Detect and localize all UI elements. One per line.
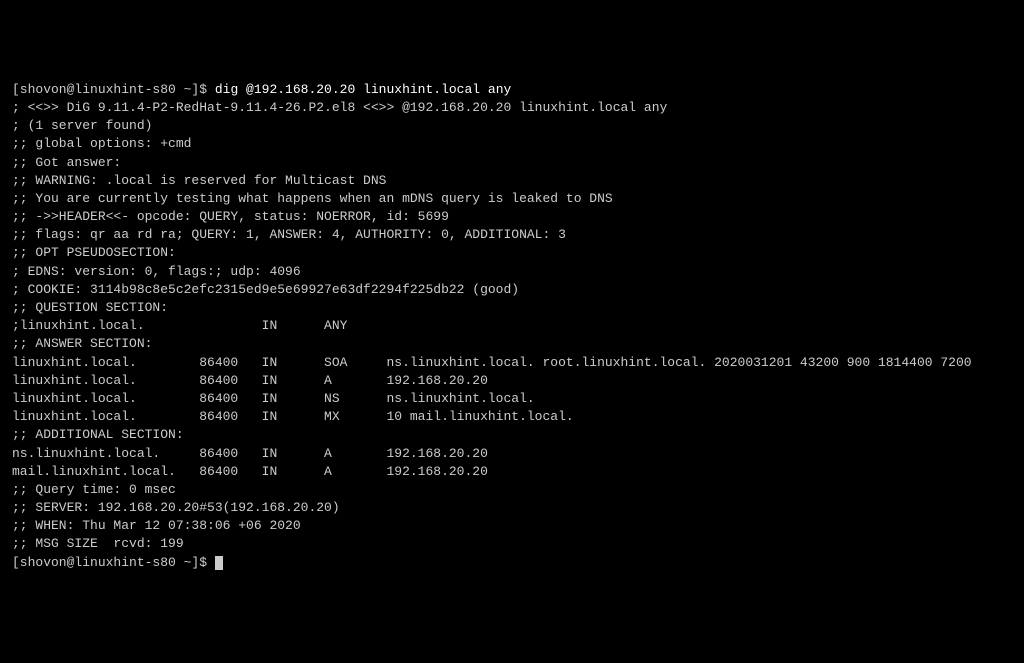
prompt-line-2[interactable]: [shovon@linuxhint-s80 ~]$ bbox=[12, 554, 1012, 572]
answer-ns-record: linuxhint.local. 86400 IN NS ns.linuxhin… bbox=[12, 390, 1012, 408]
dig-global-options: ;; global options: +cmd bbox=[12, 135, 1012, 153]
dig-server-found: ; (1 server found) bbox=[12, 117, 1012, 135]
msg-size: ;; MSG SIZE rcvd: 199 bbox=[12, 535, 1012, 553]
dig-got-answer: ;; Got answer: bbox=[12, 154, 1012, 172]
opt-pseudosection-title: ;; OPT PSEUDOSECTION: bbox=[12, 244, 1012, 262]
dig-header-opcode: ;; ->>HEADER<<- opcode: QUERY, status: N… bbox=[12, 208, 1012, 226]
additional-mail-a-record: mail.linuxhint.local. 86400 IN A 192.168… bbox=[12, 463, 1012, 481]
when-timestamp: ;; WHEN: Thu Mar 12 07:38:06 +06 2020 bbox=[12, 517, 1012, 535]
answer-a-record: linuxhint.local. 86400 IN A 192.168.20.2… bbox=[12, 372, 1012, 390]
additional-section-title: ;; ADDITIONAL SECTION: bbox=[12, 426, 1012, 444]
answer-section-title: ;; ANSWER SECTION: bbox=[12, 335, 1012, 353]
question-section-title: ;; QUESTION SECTION: bbox=[12, 299, 1012, 317]
answer-soa-record: linuxhint.local. 86400 IN SOA ns.linuxhi… bbox=[12, 354, 1012, 372]
server-info: ;; SERVER: 192.168.20.20#53(192.168.20.2… bbox=[12, 499, 1012, 517]
prompt-line-1: [shovon@linuxhint-s80 ~]$ dig @192.168.2… bbox=[12, 81, 1012, 99]
opt-edns: ; EDNS: version: 0, flags:; udp: 4096 bbox=[12, 263, 1012, 281]
terminal-output[interactable]: [shovon@linuxhint-s80 ~]$ dig @192.168.2… bbox=[12, 81, 1012, 572]
opt-cookie: ; COOKIE: 3114b98c8e5c2efc2315ed9e5e6992… bbox=[12, 281, 1012, 299]
dig-warning-mdns: ;; WARNING: .local is reserved for Multi… bbox=[12, 172, 1012, 190]
answer-mx-record: linuxhint.local. 86400 IN MX 10 mail.lin… bbox=[12, 408, 1012, 426]
dig-flags: ;; flags: qr aa rd ra; QUERY: 1, ANSWER:… bbox=[12, 226, 1012, 244]
shell-prompt: [shovon@linuxhint-s80 ~]$ bbox=[12, 555, 215, 570]
command-text: dig @192.168.20.20 linuxhint.local any bbox=[215, 82, 511, 97]
additional-ns-a-record: ns.linuxhint.local. 86400 IN A 192.168.2… bbox=[12, 445, 1012, 463]
dig-header-version: ; <<>> DiG 9.11.4-P2-RedHat-9.11.4-26.P2… bbox=[12, 99, 1012, 117]
cursor-icon bbox=[215, 556, 223, 570]
query-time: ;; Query time: 0 msec bbox=[12, 481, 1012, 499]
shell-prompt: [shovon@linuxhint-s80 ~]$ bbox=[12, 82, 215, 97]
dig-warning-testing: ;; You are currently testing what happen… bbox=[12, 190, 1012, 208]
question-record: ;linuxhint.local. IN ANY bbox=[12, 317, 1012, 335]
